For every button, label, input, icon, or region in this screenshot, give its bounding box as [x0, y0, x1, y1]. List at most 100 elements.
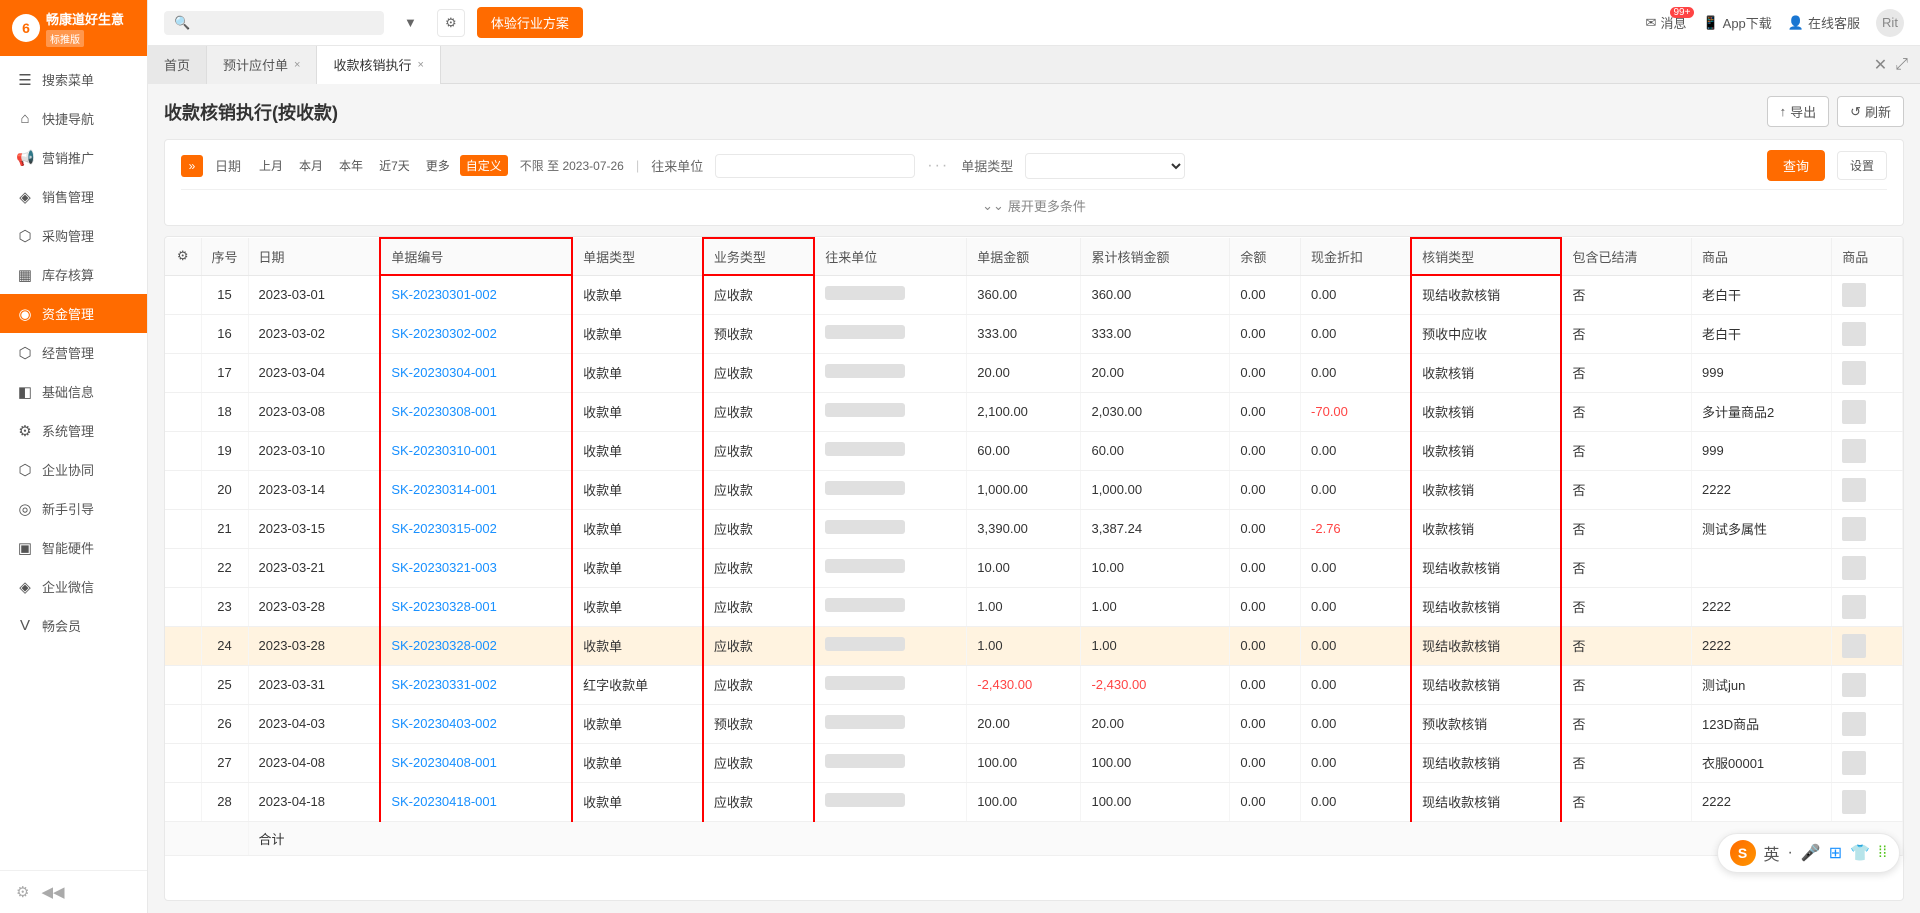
- docno-link[interactable]: SK-20230310-001: [391, 443, 497, 458]
- filter-toggle-btn[interactable]: »: [181, 155, 203, 177]
- purchase-icon: ⬡: [16, 227, 34, 245]
- sidebar-item-enterprise[interactable]: ⬡ 企业协同: [0, 450, 147, 489]
- messages-btn[interactable]: ✉ 消息 99+: [1646, 13, 1687, 32]
- ft-dot-icon: ·: [1788, 844, 1793, 862]
- cell-docno: SK-20230310-001: [380, 431, 572, 470]
- docno-link[interactable]: SK-20230301-002: [391, 287, 497, 302]
- app-download-btn[interactable]: 📱 App下载: [1702, 13, 1771, 32]
- cell-doctype: 收款单: [572, 275, 703, 314]
- settings-icon[interactable]: ⚙: [16, 883, 29, 901]
- maximize-icon[interactable]: ⤢: [1895, 56, 1908, 74]
- docno-link[interactable]: SK-20230408-001: [391, 755, 497, 770]
- sidebar-item-quick-nav[interactable]: ⌂ 快捷导航: [0, 99, 147, 138]
- table-row: 22 2023-03-21 SK-20230321-003 收款单 应收款 10…: [165, 548, 1903, 587]
- settings-btn[interactable]: 设置: [1837, 151, 1887, 180]
- sidebar-item-system[interactable]: ⚙ 系统管理: [0, 411, 147, 450]
- online-service-btn[interactable]: 👤 在线客服: [1788, 13, 1860, 32]
- partner-input[interactable]: [715, 154, 915, 178]
- sidebar-item-purchase[interactable]: ⬡ 采购管理: [0, 216, 147, 255]
- system-icon: ⚙: [16, 422, 34, 440]
- docno-link[interactable]: SK-20230331-002: [391, 677, 497, 692]
- col-gear[interactable]: ⚙: [165, 238, 201, 275]
- tab-pre-apply[interactable]: 预计应付单 ×: [207, 46, 317, 84]
- cell-canceltype: 现结收款核销: [1411, 548, 1561, 587]
- docno-link[interactable]: SK-20230328-002: [391, 638, 497, 653]
- col-discount: 现金折扣: [1301, 238, 1412, 275]
- cell-balance: 0.00: [1230, 392, 1301, 431]
- sidebar-item-wechat[interactable]: ◈ 企业微信: [0, 567, 147, 606]
- ft-grid-icon[interactable]: ⊞: [1829, 843, 1842, 863]
- receipt-cancel-tab-close[interactable]: ×: [417, 59, 423, 71]
- cell-amount: 1.00: [967, 626, 1081, 665]
- topbar-dropdown[interactable]: ▼: [396, 11, 425, 34]
- cell-goods2: [1832, 704, 1903, 743]
- docno-link[interactable]: SK-20230302-002: [391, 326, 497, 341]
- date-opt-last-month[interactable]: 上月: [253, 155, 289, 176]
- docno-link[interactable]: SK-20230314-001: [391, 482, 497, 497]
- sidebar-item-operations[interactable]: ⬡ 经营管理: [0, 333, 147, 372]
- cell-balance: 0.00: [1230, 587, 1301, 626]
- cell-canceltype: 收款核销: [1411, 509, 1561, 548]
- cell-discount: 0.00: [1301, 626, 1412, 665]
- query-btn[interactable]: 查询: [1767, 150, 1825, 181]
- ft-mic-icon[interactable]: 🎤: [1801, 843, 1821, 863]
- cell-no: 19: [201, 431, 248, 470]
- sidebar-item-search[interactable]: ☰ 搜索菜单: [0, 60, 147, 99]
- collapse-icon[interactable]: ◀◀: [41, 883, 64, 901]
- export-btn[interactable]: ↑ 导出: [1767, 96, 1830, 127]
- cell-docno: SK-20230328-001: [380, 587, 572, 626]
- cell-discount: -2.76: [1301, 509, 1412, 548]
- receipt-cancel-tab-label: 收款核销执行: [333, 55, 411, 74]
- tab-home[interactable]: 首页: [148, 46, 207, 84]
- refresh-btn[interactable]: ↺ 刷新: [1837, 96, 1904, 127]
- docno-link[interactable]: SK-20230418-001: [391, 794, 497, 809]
- cell-goods: 123D商品: [1692, 704, 1832, 743]
- docno-link[interactable]: SK-20230403-002: [391, 716, 497, 731]
- sidebar-item-finance[interactable]: ◉ 资金管理: [0, 294, 147, 333]
- search-input[interactable]: [196, 16, 374, 30]
- docno-link[interactable]: SK-20230308-001: [391, 404, 497, 419]
- cell-gear: [165, 392, 201, 431]
- ft-text-icon[interactable]: 英: [1764, 841, 1780, 865]
- sidebar-item-hardware[interactable]: ▣ 智能硬件: [0, 528, 147, 567]
- pre-apply-tab-close[interactable]: ×: [294, 59, 300, 71]
- docno-link[interactable]: SK-20230321-003: [391, 560, 497, 575]
- custom-date-btn[interactable]: 自定义: [460, 155, 508, 176]
- table-row: 28 2023-04-18 SK-20230418-001 收款单 应收款 10…: [165, 782, 1903, 821]
- sidebar-item-guide[interactable]: ◎ 新手引导: [0, 489, 147, 528]
- cell-biztype: 应收款: [703, 665, 814, 704]
- topbar-search-box[interactable]: 🔍: [164, 11, 384, 35]
- cell-docno: SK-20230302-002: [380, 314, 572, 353]
- cell-cancelled: -2,430.00: [1081, 665, 1230, 704]
- industry-btn[interactable]: 体验行业方案: [477, 7, 583, 38]
- sidebar-footer: ⚙ ◀◀: [0, 870, 147, 913]
- docno-link[interactable]: SK-20230304-001: [391, 365, 497, 380]
- sidebar-item-sales[interactable]: ◈ 销售管理: [0, 177, 147, 216]
- sidebar-item-marketing[interactable]: 📢 营销推广: [0, 138, 147, 177]
- table-row: 16 2023-03-02 SK-20230302-002 收款单 预收款 33…: [165, 314, 1903, 353]
- cell-date: 2023-03-10: [248, 431, 380, 470]
- cell-no: 21: [201, 509, 248, 548]
- sidebar-item-inventory[interactable]: ▦ 库存核算: [0, 255, 147, 294]
- topbar-gear-btn[interactable]: ⚙: [437, 9, 465, 37]
- expand-more-btn[interactable]: ⌄⌄ 展开更多条件: [181, 189, 1887, 215]
- cell-partner: [814, 470, 967, 509]
- cell-canceltype: 收款核销: [1411, 353, 1561, 392]
- doctype-select[interactable]: [1025, 153, 1185, 179]
- cell-discount: 0.00: [1301, 314, 1412, 353]
- date-opt-7days[interactable]: 近7天: [373, 155, 416, 176]
- sidebar-item-basic[interactable]: ◧ 基础信息: [0, 372, 147, 411]
- close-all-icon[interactable]: ✕: [1874, 55, 1887, 75]
- docno-link[interactable]: SK-20230328-001: [391, 599, 497, 614]
- user-avatar[interactable]: Rit: [1876, 9, 1904, 37]
- date-opt-more[interactable]: 更多: [420, 155, 456, 176]
- ft-shirt-icon[interactable]: 👕: [1850, 843, 1870, 863]
- date-opt-this-month[interactable]: 本月: [293, 155, 329, 176]
- sidebar-item-member[interactable]: V 畅会员: [0, 606, 147, 645]
- ft-apps-icon[interactable]: ⁞⁞: [1878, 844, 1887, 862]
- cell-docno: SK-20230328-002: [380, 626, 572, 665]
- cell-gear: [165, 470, 201, 509]
- tab-receipt-cancel[interactable]: 收款核销执行 ×: [317, 46, 440, 84]
- date-opt-this-year[interactable]: 本年: [333, 155, 369, 176]
- docno-link[interactable]: SK-20230315-002: [391, 521, 497, 536]
